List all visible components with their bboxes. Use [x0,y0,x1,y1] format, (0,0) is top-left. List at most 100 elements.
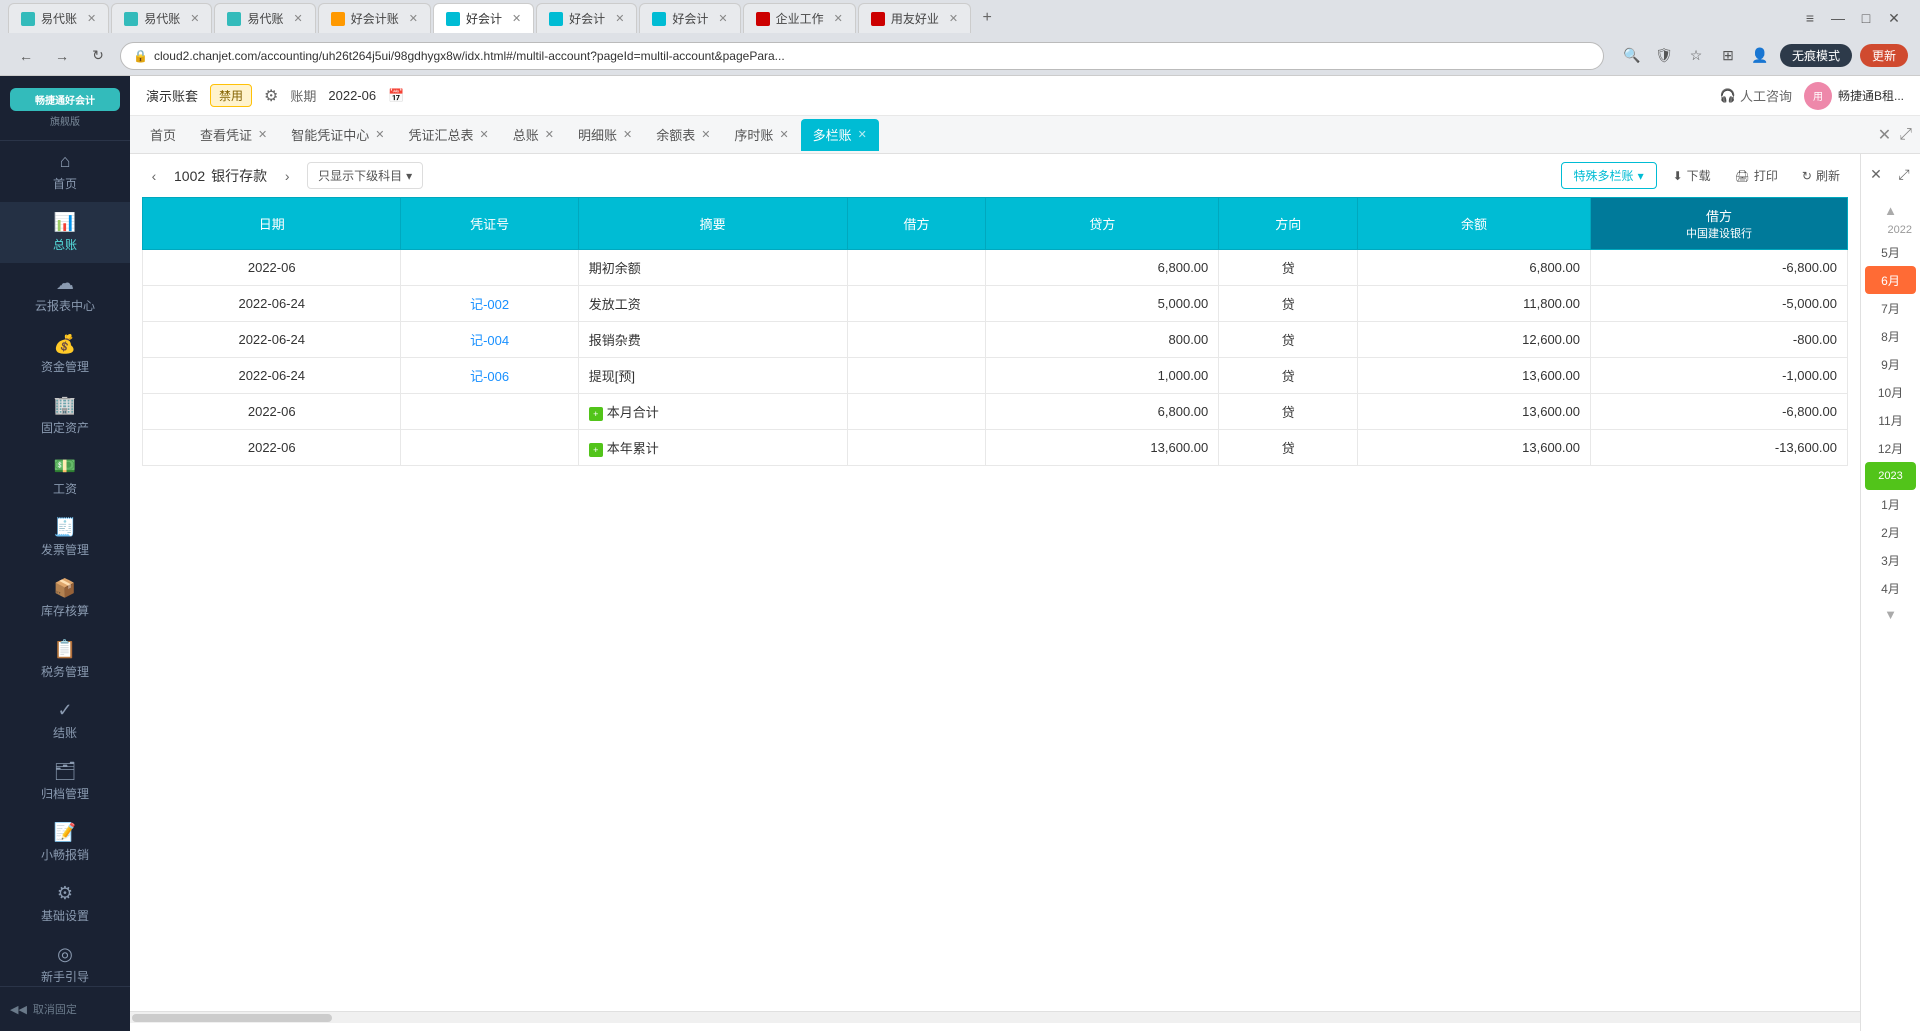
scroll-thumb-h[interactable] [132,1014,332,1022]
tab-view-voucher-close[interactable]: ✕ [258,128,267,141]
browser-tab-7[interactable]: 好会计 ✕ [639,3,740,33]
maximize-button[interactable]: □ [1856,8,1876,28]
month-mar-2023[interactable]: 3月 [1861,546,1920,574]
month-apr-2023[interactable]: 4月 [1861,574,1920,602]
sidebar-item-guide[interactable]: ◎ 新手引导 [0,934,130,986]
tab-balance-sheet-close[interactable]: ✕ [701,128,710,141]
refresh-button[interactable]: ↻ 刷新 [1794,163,1848,188]
sidebar-item-archive[interactable]: 🗂 归档管理 [0,751,130,812]
print-button[interactable]: 🖨 打印 [1727,163,1786,188]
sidebar-item-settings[interactable]: ⚙ 基础设置 [0,873,130,934]
reload-button[interactable]: ↻ [84,42,112,70]
tab-balance-sheet[interactable]: 余额表 ✕ [644,119,722,151]
sidebar-item-close[interactable]: ✓ 结账 [0,690,130,751]
tab-smart-voucher-close[interactable]: ✕ [375,128,384,141]
settings-button[interactable]: ⚙ [264,86,278,106]
address-input[interactable]: 🔒 cloud2.chanjet.com/accounting/uh26t264… [120,42,1604,70]
sidebar-item-payroll[interactable]: 💵 工资 [0,446,130,507]
sidebar-item-expense[interactable]: 📝 小畅报销 [0,812,130,873]
tab-seq-ledger[interactable]: 序时账 ✕ [722,119,800,151]
sidebar-toggle-icon[interactable]: ⊞ [1716,44,1740,68]
date-nav-up-button[interactable]: ▲ [1861,198,1920,222]
browser-tab-4[interactable]: 好会计账 ✕ [318,3,431,33]
voucher-link[interactable]: 记-006 [470,369,509,384]
browser-tab-5[interactable]: 好会计 ✕ [433,3,534,33]
demo-badge[interactable]: 禁用 [210,84,252,107]
month-june[interactable]: 6月 [1865,266,1916,294]
tab-general-ledger[interactable]: 总账 ✕ [501,119,566,151]
consult-button[interactable]: 🎧 人工咨询 [1720,86,1792,105]
month-november[interactable]: 11月 [1861,406,1920,434]
tab-close-5[interactable]: ✕ [512,12,521,25]
month-august[interactable]: 8月 [1861,322,1920,350]
stealth-mode-button[interactable]: 无痕模式 [1780,44,1852,67]
minimize-button[interactable]: — [1828,8,1848,28]
close-button[interactable]: ✕ [1884,8,1904,28]
tab-voucher-summary-close[interactable]: ✕ [480,128,489,141]
voucher-link[interactable]: 记-004 [470,333,509,348]
sidebar-item-inventory[interactable]: 📦 库存核算 [0,568,130,629]
star-icon[interactable]: ☆ [1684,44,1708,68]
sidebar-item-tax[interactable]: 📋 税务管理 [0,629,130,690]
tab-voucher-summary[interactable]: 凭证汇总表 ✕ [396,119,500,151]
sidebar-item-ledger[interactable]: 📊 总账 [0,202,130,263]
tab-seq-ledger-close[interactable]: ✕ [779,128,788,141]
unpin-button[interactable]: ◀◀ 取消固定 [10,997,120,1021]
date-nav-down-button[interactable]: ▼ [1861,602,1920,626]
sidebar-item-asset[interactable]: 🏢 固定资产 [0,385,130,446]
prev-account-button[interactable]: ‹ [142,164,166,188]
sidebar-item-report[interactable]: ☁ 云报表中心 [0,263,130,324]
horizontal-scrollbar[interactable] [130,1011,1860,1023]
tab-smart-voucher[interactable]: 智能凭证中心 ✕ [279,119,396,151]
profile-icon[interactable]: 👤 [1748,44,1772,68]
update-button[interactable]: 更新 [1860,44,1908,67]
calendar-icon[interactable]: 📅 [388,88,404,104]
tab-detail-ledger-close[interactable]: ✕ [623,128,632,141]
tab-detail-ledger[interactable]: 明细账 ✕ [566,119,644,151]
browser-tab-6[interactable]: 好会计 ✕ [536,3,637,33]
tab-multi-ledger[interactable]: 多栏账 ✕ [801,119,879,151]
browser-tab-1[interactable]: 易代账 ✕ [8,3,109,33]
month-july[interactable]: 7月 [1861,294,1920,322]
tab-close-9[interactable]: ✕ [949,12,958,25]
month-september[interactable]: 9月 [1861,350,1920,378]
tab-close-2[interactable]: ✕ [190,12,199,25]
month-may[interactable]: 5月 [1861,238,1920,266]
forward-button[interactable]: → [48,42,76,70]
tab-close-4[interactable]: ✕ [409,12,418,25]
cell-voucher-3[interactable]: 记-006 [401,358,578,394]
month-december[interactable]: 12月 [1861,434,1920,462]
month-october[interactable]: 10月 [1861,378,1920,406]
date-nav-close-button[interactable]: ✕ [1864,162,1888,186]
new-tab-button[interactable]: + [973,4,1001,32]
voucher-link[interactable]: 记-002 [470,297,509,312]
tab-close-8[interactable]: ✕ [834,12,843,25]
date-nav-expand-button[interactable]: ⤢ [1892,162,1916,186]
download-button[interactable]: ⬇ 下载 [1665,163,1719,188]
special-multi-ledger-button[interactable]: 特殊多栏账 ▾ [1561,162,1657,189]
tab-view-voucher[interactable]: 查看凭证 ✕ [188,119,279,151]
month-feb-2023[interactable]: 2月 [1861,518,1920,546]
browser-tab-2[interactable]: 易代账 ✕ [111,3,212,33]
tab-close-3[interactable]: ✕ [293,12,302,25]
browser-tab-8[interactable]: 企业工作 ✕ [743,3,856,33]
tab-home[interactable]: 首页 [138,119,188,151]
tab-multi-ledger-close[interactable]: ✕ [858,128,867,141]
filter-dropdown[interactable]: 只显示下级科目 ▾ [307,162,423,189]
browser-tab-3[interactable]: 易代账 ✕ [214,3,315,33]
cell-voucher-2[interactable]: 记-004 [401,322,578,358]
sidebar-item-invoice[interactable]: 🧾 发票管理 [0,507,130,568]
user-info[interactable]: 用 畅捷通B租... [1804,82,1904,110]
browser-tab-9[interactable]: 用友好业 ✕ [858,3,971,33]
sidebar-item-home[interactable]: ⌂ 首页 [0,141,130,202]
next-account-button[interactable]: › [275,164,299,188]
search-icon[interactable]: 🔍 [1620,44,1644,68]
tab-close-7[interactable]: ✕ [718,12,727,25]
cell-voucher-1[interactable]: 记-002 [401,286,578,322]
tab-list-button[interactable]: ≡ [1800,8,1820,28]
tab-general-ledger-close[interactable]: ✕ [545,128,554,141]
sidebar-item-fund[interactable]: 💰 资金管理 [0,324,130,385]
tab-close-1[interactable]: ✕ [87,12,96,25]
shield-icon[interactable]: 🛡 [1652,44,1676,68]
tab-expand-button[interactable]: ⤢ [1899,126,1912,144]
